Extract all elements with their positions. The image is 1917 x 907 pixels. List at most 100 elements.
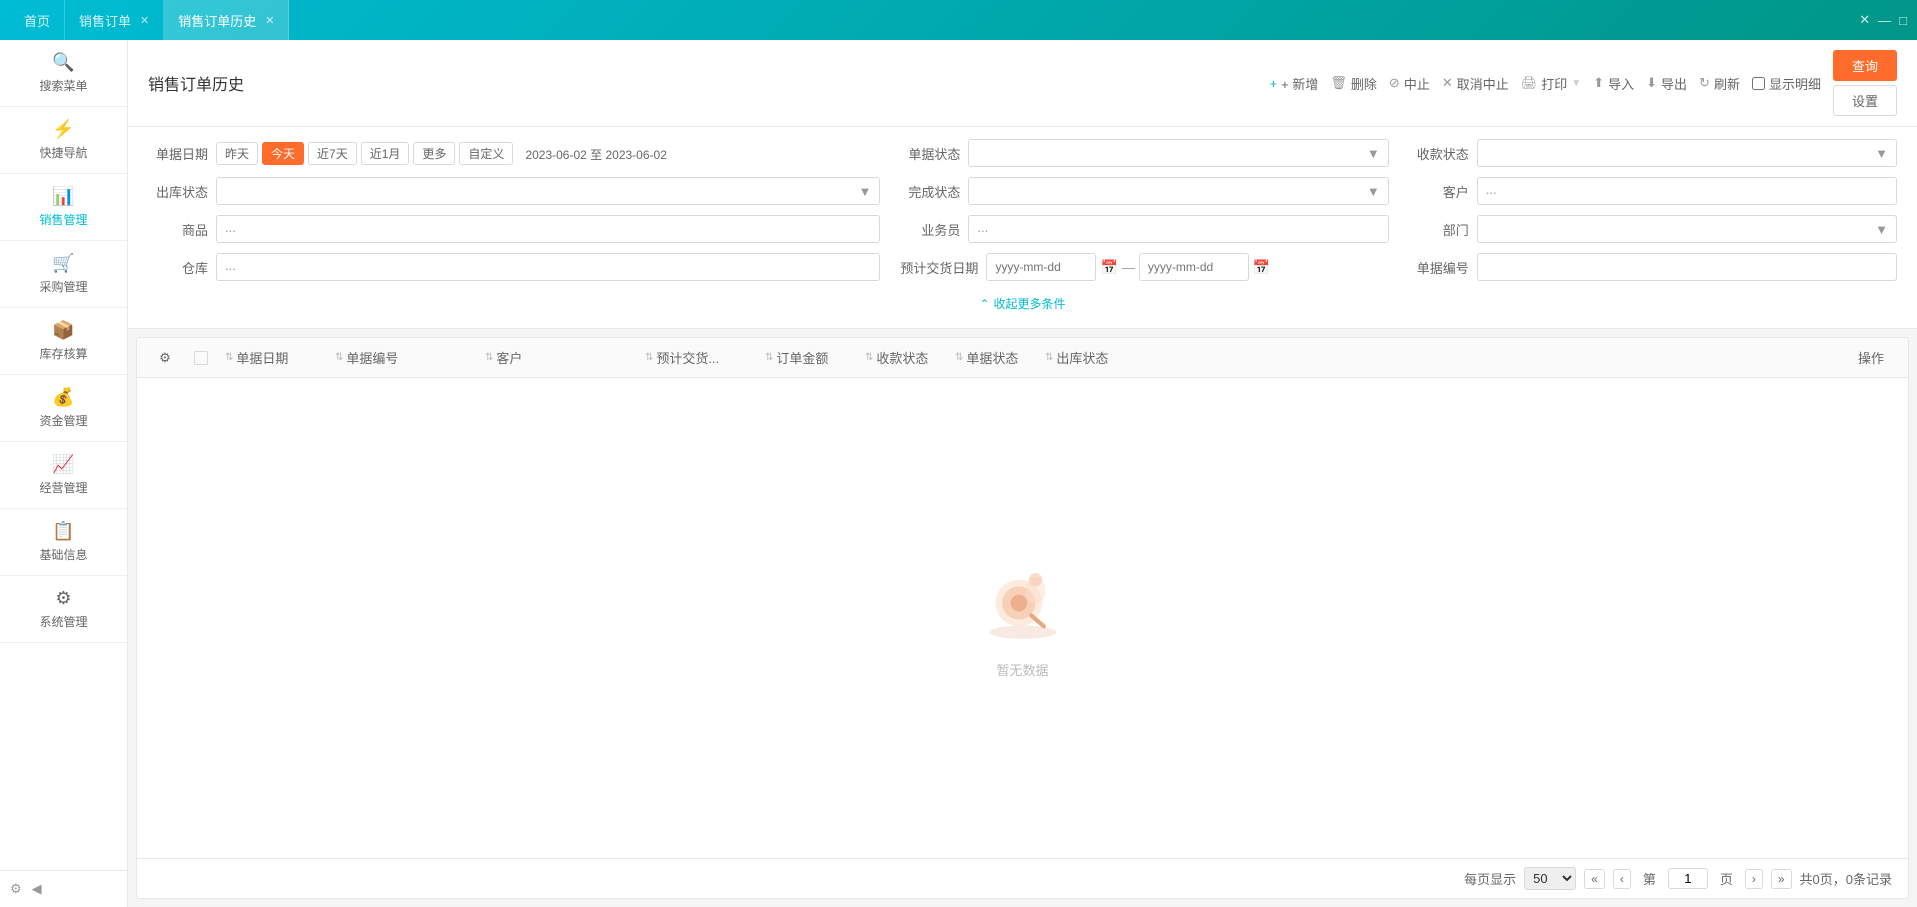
prev-page-button[interactable]: ‹	[1613, 869, 1631, 889]
goods-input[interactable]: ...	[216, 215, 880, 243]
search-icon: 🔍	[52, 52, 74, 73]
delivery-date-group: 📅 — 📅	[986, 253, 1388, 281]
stop-button[interactable]: ⊘ 中止	[1389, 74, 1430, 93]
payment-label: 收款状态	[1409, 144, 1469, 163]
quicknav-icon: ⚡	[52, 119, 74, 140]
tab-sales-history[interactable]: 销售订单历史 ✕	[164, 0, 289, 40]
th-action-label: 操作	[1858, 348, 1884, 367]
complete-select[interactable]: ▼	[968, 177, 1388, 205]
cancel-stop-button[interactable]: ✕ 取消中止	[1442, 74, 1509, 93]
select-all-checkbox[interactable]	[194, 351, 208, 365]
collapse-more-btn[interactable]: ⌃ 收起更多条件	[148, 291, 1897, 316]
th-customer[interactable]: ⇅ 客户	[477, 348, 637, 367]
chevron-up-icon: ⌃	[979, 297, 989, 311]
date-btn-yesterday[interactable]: 昨天	[216, 142, 258, 165]
sidebar-item-sales[interactable]: 📊 销售管理	[0, 174, 127, 241]
date-btn-custom[interactable]: 自定义	[459, 142, 513, 165]
delete-button[interactable]: 🗑 删除	[1330, 74, 1377, 93]
last-page-button[interactable]: »	[1771, 869, 1792, 889]
date-btn-today[interactable]: 今天	[262, 142, 304, 165]
tab-sales-history-close[interactable]: ✕	[265, 14, 274, 27]
delivery-from-input[interactable]	[986, 253, 1096, 281]
sidebar-bottom: ⚙ ◀	[0, 870, 127, 907]
th-delivery[interactable]: ⇅ 预计交货...	[637, 348, 757, 367]
sidebar-item-basics[interactable]: 📋 基础信息	[0, 509, 127, 576]
first-page-button[interactable]: «	[1584, 869, 1605, 889]
display-cols-check[interactable]: 显示明细	[1752, 74, 1821, 93]
add-button[interactable]: + + 新增	[1270, 74, 1319, 93]
minimize-btn[interactable]: —	[1878, 13, 1891, 28]
table-footer: 每页显示 50 10 20 100 « ‹ 第 页 › » 共0页，0条记录	[137, 858, 1908, 898]
page-number-input[interactable]	[1668, 868, 1708, 889]
query-button[interactable]: 查询	[1833, 50, 1897, 81]
sidebar-item-search[interactable]: 🔍 搜索菜单	[0, 40, 127, 107]
sort-icon: ⇅	[225, 352, 233, 363]
sidebar-item-sales-label: 销售管理	[39, 211, 87, 228]
delivery-to-input[interactable]	[1139, 253, 1249, 281]
th-amount[interactable]: ⇅ 订单金额	[757, 348, 857, 367]
warehouse-input[interactable]: ...	[216, 253, 880, 281]
payment-select[interactable]: ▼	[1477, 139, 1897, 167]
sidebar-item-finance[interactable]: 💰 资金管理	[0, 375, 127, 442]
sidebar-item-system-label: 系统管理	[39, 613, 87, 630]
date-btn-more[interactable]: 更多	[413, 142, 455, 165]
th-payment-status-label: 收款状态	[876, 348, 928, 367]
th-doc-status[interactable]: ⇅ 单据状态	[947, 348, 1037, 367]
export-button[interactable]: ⬇ 导出	[1646, 74, 1687, 93]
page-suffix: 页	[1720, 869, 1733, 888]
next-page-button[interactable]: ›	[1745, 869, 1763, 889]
status-select[interactable]: ▼	[968, 139, 1388, 167]
order-num-input[interactable]	[1477, 253, 1897, 281]
th-date[interactable]: ⇅ 单据日期	[217, 348, 327, 367]
basics-icon: 📋	[52, 521, 74, 542]
refresh-button[interactable]: ↻ 刷新	[1699, 74, 1740, 93]
salesperson-label: 业务员	[900, 220, 960, 239]
complete-label: 完成状态	[900, 182, 960, 201]
sidebar-collapse-icon[interactable]: ◀	[32, 881, 42, 897]
set-button[interactable]: 设置	[1833, 85, 1897, 116]
display-cols-checkbox[interactable]	[1752, 77, 1765, 90]
date-btn-1month[interactable]: 近1月	[361, 142, 410, 165]
print-button[interactable]: 🖨 打印 ▼	[1521, 74, 1581, 93]
out-status-select[interactable]: ▼	[216, 177, 880, 205]
status-label: 单据状态	[900, 144, 960, 163]
th-payment-status[interactable]: ⇅ 收款状态	[857, 348, 947, 367]
search-row-1: 单据日期 昨天 今天 近7天 近1月 更多 自定义 2023-06-02 至 2…	[148, 139, 1897, 167]
customer-input[interactable]: ...	[1477, 177, 1897, 205]
date-dash: —	[1122, 260, 1135, 275]
tab-sales-order[interactable]: 销售订单 ✕	[65, 0, 164, 40]
sidebar-item-inventory[interactable]: 📦 库存核算	[0, 308, 127, 375]
maximize-btn[interactable]: □	[1899, 13, 1907, 28]
stop-icon: ⊘	[1389, 75, 1400, 91]
th-check[interactable]	[185, 351, 217, 365]
page-size-select[interactable]: 50 10 20 100	[1524, 867, 1576, 890]
close-window-btn[interactable]: ✕	[1859, 12, 1870, 28]
th-out-status[interactable]: ⇅ 出库状态	[1037, 348, 1127, 367]
sort-icon2: ⇅	[335, 352, 343, 363]
sidebar-item-inventory-label: 库存核算	[39, 345, 87, 362]
salesperson-input[interactable]: ...	[968, 215, 1388, 243]
sidebar-item-quicknav[interactable]: ⚡ 快捷导航	[0, 107, 127, 174]
date-btn-7days[interactable]: 近7天	[308, 142, 357, 165]
th-settings[interactable]: ⚙	[145, 350, 185, 366]
page-title: 销售订单历史	[148, 71, 244, 95]
sort-icon4: ⇅	[645, 352, 653, 363]
table-header: ⚙ ⇅ 单据日期 ⇅ 单据编号 ⇅ 客户 ⇅	[137, 338, 1908, 378]
sidebar-item-system[interactable]: ⚙ 系统管理	[0, 576, 127, 643]
tab-sales-order-close[interactable]: ✕	[140, 14, 149, 27]
cal-from-icon[interactable]: 📅	[1100, 259, 1117, 276]
search-field-salesperson: 业务员 ...	[900, 215, 1388, 243]
sort-icon3: ⇅	[485, 352, 493, 363]
th-number-label: 单据编号	[346, 348, 398, 367]
sidebar-item-purchase[interactable]: 🛒 采购管理	[0, 241, 127, 308]
th-number[interactable]: ⇅ 单据编号	[327, 348, 477, 367]
search-field-goods: 商品 ...	[148, 215, 880, 243]
dept-select[interactable]: ▼	[1477, 215, 1897, 243]
tab-home[interactable]: 首页	[10, 0, 65, 40]
cal-to-icon[interactable]: 📅	[1253, 259, 1270, 276]
import-button[interactable]: ⬆ 导入	[1593, 74, 1634, 93]
tab-sales-history-label: 销售订单历史	[178, 11, 256, 30]
sidebar-settings-icon[interactable]: ⚙	[10, 881, 22, 897]
sidebar-item-operations[interactable]: 📈 经营管理	[0, 442, 127, 509]
th-date-label: 单据日期	[236, 348, 288, 367]
